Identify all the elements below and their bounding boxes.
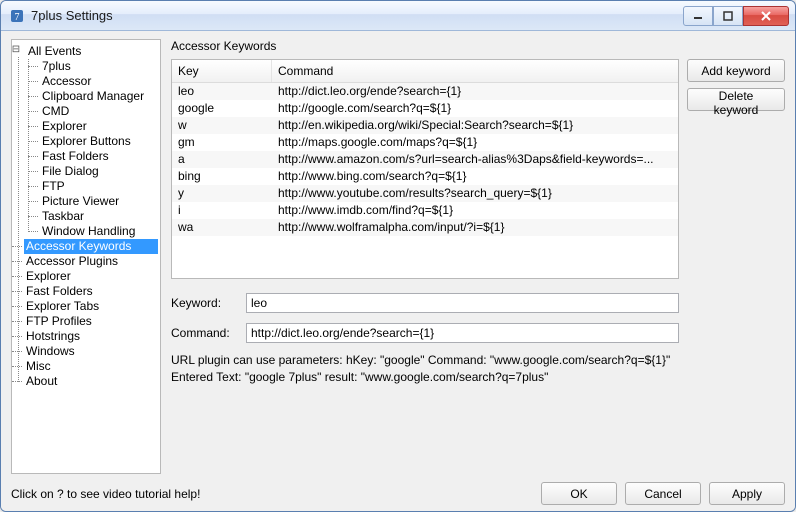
tree-item[interactable]: Window Handling: [40, 224, 158, 239]
cell-key: google: [172, 100, 272, 117]
keyword-input[interactable]: [246, 293, 679, 313]
cell-command: http://www.amazon.com/s?url=search-alias…: [272, 151, 678, 168]
cell-key: i: [172, 202, 272, 219]
titlebar: 7 7plus Settings: [1, 1, 795, 31]
cell-command: http://www.bing.com/search?q=${1}: [272, 168, 678, 185]
table-row[interactable]: googlehttp://google.com/search?q=${1}: [172, 100, 678, 117]
help-text-line1: URL plugin can use parameters: hKey: "go…: [171, 353, 679, 368]
cell-key: y: [172, 185, 272, 202]
tree-item[interactable]: Accessor Plugins: [24, 254, 158, 269]
tree-item[interactable]: FTP: [40, 179, 158, 194]
cell-key: wa: [172, 219, 272, 236]
tree-item[interactable]: Picture Viewer: [40, 194, 158, 209]
command-label: Command:: [171, 326, 246, 340]
delete-keyword-button[interactable]: Delete keyword: [687, 88, 785, 111]
cell-command: http://www.imdb.com/find?q=${1}: [272, 202, 678, 219]
cell-command: http://maps.google.com/maps?q=${1}: [272, 134, 678, 151]
client-area: All Events 7plusAccessorClipboard Manage…: [1, 31, 795, 511]
tree-item[interactable]: Explorer: [40, 119, 158, 134]
keyword-label: Keyword:: [171, 296, 246, 310]
cell-command: http://dict.leo.org/ende?search={1}: [272, 83, 678, 100]
table-header: Key Command: [172, 60, 678, 83]
panel-heading: Accessor Keywords: [171, 39, 785, 53]
app-window: 7 7plus Settings All Events 7plusAccesso…: [0, 0, 796, 512]
settings-tree[interactable]: All Events 7plusAccessorClipboard Manage…: [11, 39, 161, 474]
table-row[interactable]: wahttp://www.wolframalpha.com/input/?i=$…: [172, 219, 678, 236]
cell-command: http://www.youtube.com/results?search_qu…: [272, 185, 678, 202]
tree-item[interactable]: Accessor Keywords: [24, 239, 158, 254]
tree-item[interactable]: Taskbar: [40, 209, 158, 224]
close-button[interactable]: [743, 6, 789, 26]
table-row[interactable]: ihttp://www.imdb.com/find?q=${1}: [172, 202, 678, 219]
col-header-command[interactable]: Command: [272, 60, 678, 82]
col-header-key[interactable]: Key: [172, 60, 272, 82]
tree-item[interactable]: Explorer: [24, 269, 158, 284]
table-row[interactable]: ahttp://www.amazon.com/s?url=search-alia…: [172, 151, 678, 168]
tree-item[interactable]: FTP Profiles: [24, 314, 158, 329]
tree-item[interactable]: CMD: [40, 104, 158, 119]
tree-item[interactable]: Explorer Buttons: [40, 134, 158, 149]
tree-item[interactable]: Accessor: [40, 74, 158, 89]
cell-key: a: [172, 151, 272, 168]
tree-item[interactable]: Fast Folders: [40, 149, 158, 164]
tree-item[interactable]: Hotstrings: [24, 329, 158, 344]
cell-key: gm: [172, 134, 272, 151]
app-icon: 7: [9, 8, 25, 24]
table-row[interactable]: gmhttp://maps.google.com/maps?q=${1}: [172, 134, 678, 151]
cell-key: leo: [172, 83, 272, 100]
keywords-table[interactable]: Key Command leohttp://dict.leo.org/ende?…: [171, 59, 679, 279]
help-text-line2: Entered Text: "google 7plus" result: "ww…: [171, 370, 679, 385]
table-row[interactable]: yhttp://www.youtube.com/results?search_q…: [172, 185, 678, 202]
window-buttons: [683, 6, 789, 26]
tree-item[interactable]: Misc: [24, 359, 158, 374]
tree-item[interactable]: Clipboard Manager: [40, 89, 158, 104]
footer-hint: Click on ? to see video tutorial help!: [11, 487, 200, 501]
tree-item[interactable]: Fast Folders: [24, 284, 158, 299]
tree-item[interactable]: About: [24, 374, 158, 389]
cell-key: bing: [172, 168, 272, 185]
window-title: 7plus Settings: [31, 8, 113, 23]
ok-button[interactable]: OK: [541, 482, 617, 505]
cell-command: http://www.wolframalpha.com/input/?i=${1…: [272, 219, 678, 236]
cell-command: http://google.com/search?q=${1}: [272, 100, 678, 117]
footer: Click on ? to see video tutorial help! O…: [11, 474, 785, 505]
tree-item[interactable]: File Dialog: [40, 164, 158, 179]
command-input[interactable]: [246, 323, 679, 343]
add-keyword-button[interactable]: Add keyword: [687, 59, 785, 82]
svg-text:7: 7: [15, 12, 20, 23]
maximize-button[interactable]: [713, 6, 743, 26]
tree-root-all-events[interactable]: All Events: [24, 44, 158, 58]
table-row[interactable]: leohttp://dict.leo.org/ende?search={1}: [172, 83, 678, 100]
tree-item[interactable]: Explorer Tabs: [24, 299, 158, 314]
apply-button[interactable]: Apply: [709, 482, 785, 505]
table-row[interactable]: binghttp://www.bing.com/search?q=${1}: [172, 168, 678, 185]
cancel-button[interactable]: Cancel: [625, 482, 701, 505]
table-row[interactable]: whttp://en.wikipedia.org/wiki/Special:Se…: [172, 117, 678, 134]
minimize-button[interactable]: [683, 6, 713, 26]
tree-item[interactable]: Windows: [24, 344, 158, 359]
cell-key: w: [172, 117, 272, 134]
tree-item[interactable]: 7plus: [40, 59, 158, 74]
cell-command: http://en.wikipedia.org/wiki/Special:Sea…: [272, 117, 678, 134]
